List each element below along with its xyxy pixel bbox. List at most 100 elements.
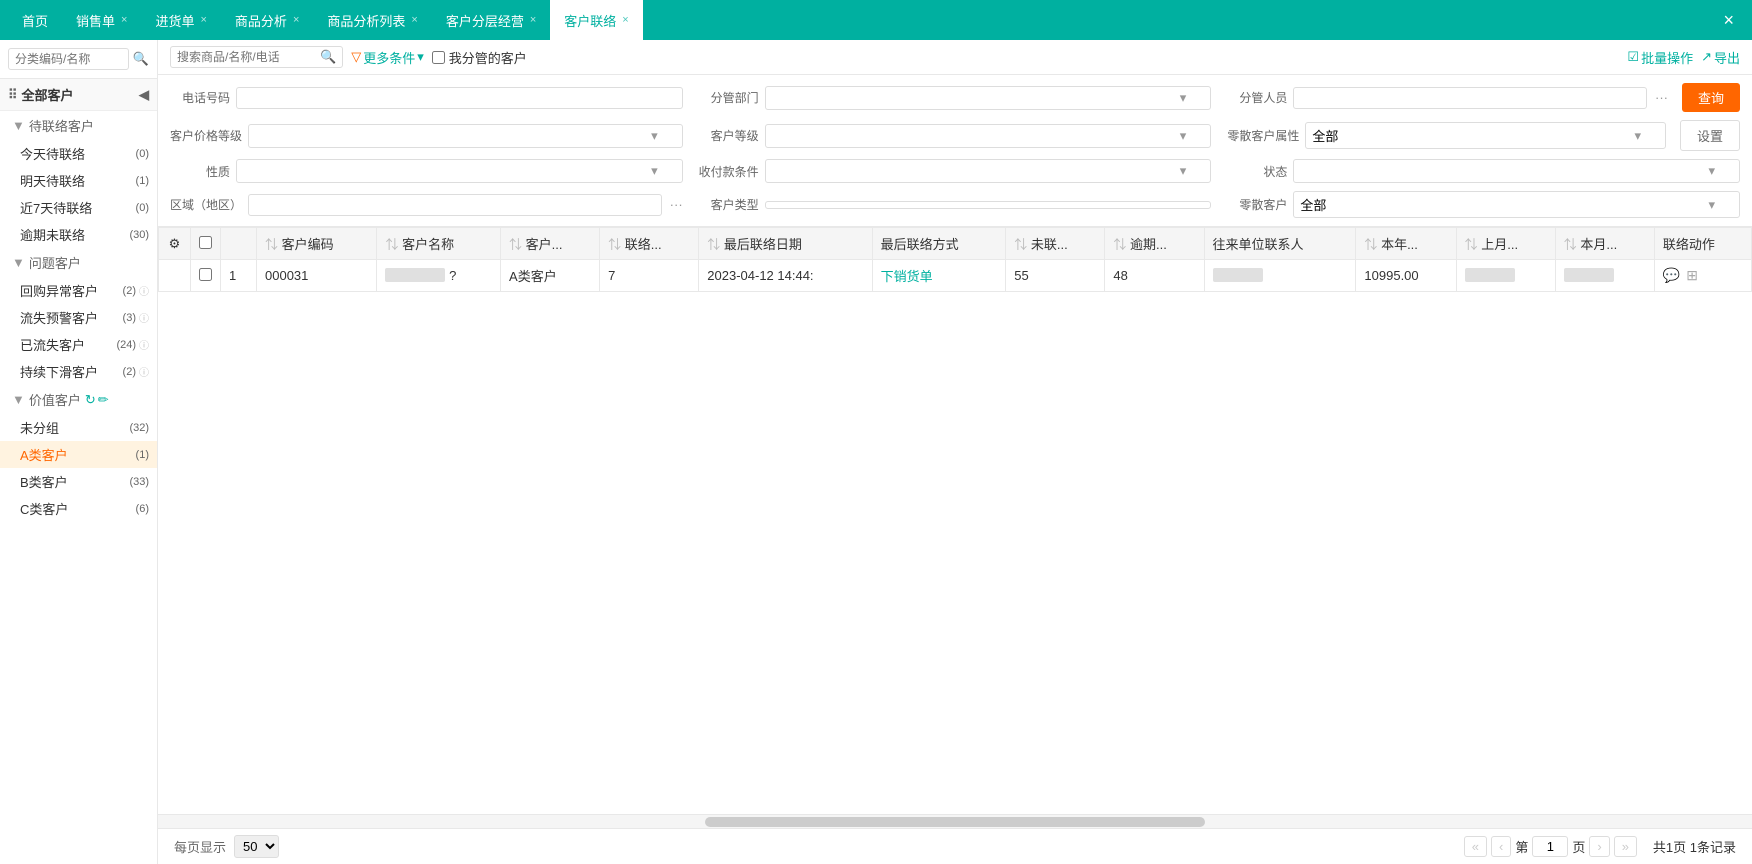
sidebar-item-overdue-contact[interactable]: 逾期未联络 (30) (0, 221, 157, 248)
col-code[interactable]: ⇅ 客户编码 (257, 228, 377, 260)
sidebar-item-a-class[interactable]: A类客户 (1) (0, 441, 157, 468)
more-action-icon[interactable]: ⊞ (1686, 267, 1698, 284)
filter-manager: 分管人员 ··· 查询 (1227, 83, 1740, 112)
sidebar-item-unclassified[interactable]: 未分组 (32) (0, 414, 157, 441)
main-search-input[interactable] (177, 50, 317, 64)
cell-unit-contacts (1204, 260, 1356, 292)
col-last-contact-date[interactable]: ⇅ 最后联络日期 (699, 228, 872, 260)
cell-last-contact-date: 2023-04-12 14:44: (699, 260, 872, 292)
filter-retail-customer: 零散客户 全部 ▾ (1227, 191, 1740, 218)
more-conditions-btn[interactable]: ▽ 更多条件 ▾ (351, 48, 424, 67)
col-this-month[interactable]: ⇅ 本月... (1555, 228, 1654, 260)
sidebar-item-declining[interactable]: 持续下滑客户 (2) ⓘ (0, 358, 157, 385)
col-settings[interactable]: ⚙ (159, 228, 191, 260)
close-goods-analysis-list-tab[interactable]: × (411, 14, 417, 26)
col-contact[interactable]: ⇅ 联络... (600, 228, 699, 260)
nav-sales[interactable]: 销售单 × (62, 0, 141, 40)
settings-button[interactable]: 设置 (1680, 120, 1740, 151)
manager-dots[interactable]: ··· (1655, 90, 1668, 105)
top-navigation: 首页 销售单 × 进货单 × 商品分析 × 商品分析列表 × 客户分层经营 × … (0, 0, 1752, 40)
col-last-contact-method[interactable]: 最后联络方式 (872, 228, 1006, 260)
select-all-checkbox[interactable] (199, 236, 212, 249)
nature-select[interactable]: ▾ (236, 159, 683, 183)
last-contact-method-link[interactable]: 下销货单 (881, 269, 933, 284)
value-customers-group[interactable]: ▼ 价值客户 ↻ ✏ (0, 385, 157, 414)
customer-level-select[interactable]: ▾ (765, 124, 1212, 148)
filter-dept: 分管部门 ▾ (699, 83, 1212, 112)
problem-customers-group[interactable]: ▼ 问题客户 (0, 248, 157, 277)
payment-select[interactable]: ▾ (765, 159, 1212, 183)
sidebar-item-tomorrow-contact[interactable]: 明天待联络 (1) (0, 167, 157, 194)
info-icon-declining: ⓘ (139, 364, 149, 379)
customer-type-select[interactable] (765, 201, 1212, 209)
region-input[interactable] (248, 194, 662, 216)
retail-attr-select[interactable]: 全部 ▾ (1305, 122, 1666, 149)
sidebar-search-icon[interactable]: 🔍 (133, 51, 149, 67)
query-button[interactable]: 查询 (1682, 83, 1740, 112)
status-select[interactable]: ▾ (1293, 159, 1740, 183)
phone-input[interactable] (236, 87, 683, 109)
my-customers-checkbox[interactable] (432, 51, 445, 64)
close-goods-analysis-tab[interactable]: × (293, 14, 299, 26)
first-page-btn[interactable]: « (1464, 836, 1487, 857)
cell-settings (159, 260, 191, 292)
export-btn[interactable]: ↗ 导出 (1701, 48, 1740, 67)
close-customer-segment-tab[interactable]: × (530, 14, 536, 26)
cell-last-month (1456, 260, 1555, 292)
sidebar-search-wrap: 🔍 (0, 40, 157, 79)
close-sales-tab[interactable]: × (121, 14, 127, 26)
col-category[interactable]: ⇅ 客户... (501, 228, 600, 260)
sidebar-item-churned[interactable]: 已流失客户 (24) ⓘ (0, 331, 157, 358)
sidebar-item-repurchase-abnormal[interactable]: 回购异常客户 (2) ⓘ (0, 277, 157, 304)
close-customer-contact-tab[interactable]: × (622, 14, 628, 26)
sort-handle: ⇅ (1113, 237, 1126, 252)
col-last-month[interactable]: ⇅ 上月... (1456, 228, 1555, 260)
sidebar-item-today-contact[interactable]: 今天待联络 (0) (0, 140, 157, 167)
cell-contact: 7 (600, 260, 699, 292)
edit-icon[interactable]: ✏ (98, 392, 109, 408)
sidebar-item-b-class[interactable]: B类客户 (33) (0, 468, 157, 495)
close-purchase-tab[interactable]: × (200, 14, 206, 26)
nav-goods-analysis-list[interactable]: 商品分析列表 × (313, 0, 431, 40)
col-unit-contacts[interactable]: 往来单位联系人 (1204, 228, 1356, 260)
row-checkbox[interactable] (199, 268, 212, 281)
nav-home[interactable]: 首页 (8, 0, 62, 40)
sidebar-search-input[interactable] (8, 48, 129, 70)
manager-input[interactable] (1293, 87, 1647, 109)
refresh-icon[interactable]: ↻ (85, 392, 96, 408)
close-all-button[interactable]: × (1713, 10, 1744, 31)
region-dots[interactable]: ··· (670, 197, 683, 212)
cell-this-month (1555, 260, 1654, 292)
sort-handle: ⇅ (1465, 237, 1478, 252)
sort-handle: ⇅ (608, 237, 621, 252)
prev-page-btn[interactable]: ‹ (1491, 836, 1511, 857)
nav-purchase[interactable]: 进货单 × (141, 0, 220, 40)
main-search-icon[interactable]: 🔍 (320, 49, 336, 65)
dept-select[interactable]: ▾ (765, 86, 1212, 110)
next-page-btn[interactable]: › (1589, 836, 1609, 857)
sidebar-collapse-btn[interactable]: ◀ (139, 87, 149, 103)
price-level-select[interactable]: ▾ (248, 124, 683, 148)
col-this-year[interactable]: ⇅ 本年... (1356, 228, 1456, 260)
cell-this-year: 10995.00 (1356, 260, 1456, 292)
page-input[interactable] (1532, 836, 1568, 857)
last-page-btn[interactable]: » (1614, 836, 1637, 857)
sidebar-item-c-class[interactable]: C类客户 (6) (0, 495, 157, 522)
col-overdue[interactable]: ⇅ 逾期... (1105, 228, 1204, 260)
filter-price-level: 客户价格等级 ▾ (170, 120, 683, 151)
contact-action-icon[interactable]: 💬 (1663, 267, 1680, 284)
col-name[interactable]: ⇅ 客户名称 (377, 228, 501, 260)
sidebar-item-churn-warning[interactable]: 流失预警客户 (3) ⓘ (0, 304, 157, 331)
sidebar-item-7days-contact[interactable]: 近7天待联络 (0) (0, 194, 157, 221)
batch-operation-btn[interactable]: ☑ 批量操作 (1627, 48, 1693, 67)
nav-goods-analysis[interactable]: 商品分析 × (221, 0, 313, 40)
pending-contact-group[interactable]: ▼ 待联络客户 (0, 111, 157, 140)
retail-customer-select[interactable]: 全部 ▾ (1293, 191, 1740, 218)
all-customers-header[interactable]: ⠿ 全部客户 ◀ (0, 79, 157, 111)
horizontal-scrollbar[interactable] (158, 814, 1752, 828)
page-size-select[interactable]: 50 (234, 835, 279, 858)
nav-customer-segment[interactable]: 客户分层经营 × (432, 0, 550, 40)
sort-handle: ⇅ (265, 237, 278, 252)
col-uncontacted[interactable]: ⇅ 未联... (1006, 228, 1105, 260)
nav-customer-contact[interactable]: 客户联络 × (550, 0, 642, 40)
